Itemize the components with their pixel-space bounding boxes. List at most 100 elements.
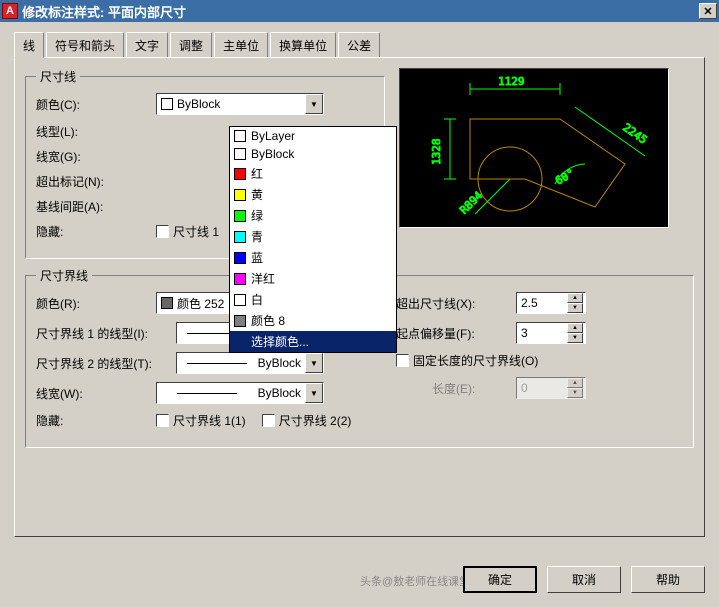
color-option[interactable]: 红 [230,163,396,184]
color-option[interactable]: 绿 [230,205,396,226]
preview-dim-right: 2245 [620,121,649,147]
extline-linetype1-label: 尺寸界线 1 的线型(I): [36,325,176,342]
cancel-button[interactable]: 取消 [547,566,621,593]
color-dropdown[interactable]: ByLayer ByBlock 红黄绿青蓝洋红白颜色 8 选择颜色... [229,126,397,353]
color-swatch-icon [234,231,246,243]
preview-dim-arc: 60° [553,166,577,187]
tab-tolerance[interactable]: 公差 [338,32,380,58]
extline-lineweight-label: 线宽(W): [36,385,156,402]
dialog-title: 修改标注样式: 平面内部尺寸 [22,2,699,21]
spin-up-icon[interactable]: ▲ [567,293,583,303]
dimline-suppress-label: 隐藏: [36,223,156,240]
color-option-label: 选择颜色... [251,333,309,350]
extline-length-input [517,378,567,398]
extline-suppress2-label: 尺寸界线 2(2) [279,412,352,429]
color-option[interactable]: 黄 [230,184,396,205]
tab-text[interactable]: 文字 [126,32,168,58]
extline-offset-spinner[interactable]: ▲▼ [516,322,586,344]
extline-color-label: 颜色(R): [36,295,156,312]
tab-panel-line: 尺寸线 颜色(C): ByBlock ▼ 线型(L): [14,57,705,537]
title-bar: A 修改标注样式: 平面内部尺寸 ✕ [0,0,719,22]
extline-suppress2-checkbox[interactable]: 尺寸界线 2(2) [262,412,352,429]
dimension-line-legend: 尺寸线 [36,68,80,85]
extline-lineweight-combo[interactable]: ByBlock ▼ [156,382,324,404]
color-option-label: ByLayer [251,129,295,143]
preview-svg: 1129 1328 2245 60° R894 [400,69,670,229]
color-option[interactable]: 洋红 [230,268,396,289]
dimline-linetype-label: 线型(L): [36,123,156,140]
color-swatch-icon [234,210,246,222]
dimline-color-label: 颜色(C): [36,96,156,113]
extline-color-value: 颜色 252 [177,295,224,312]
extline-linetype2-label: 尺寸界线 2 的线型(T): [36,355,176,372]
tab-alt-units[interactable]: 换算单位 [270,32,336,58]
extline-offset-label: 起点偏移量(F): [396,325,516,342]
color-swatch-icon [234,168,246,180]
tab-arrows[interactable]: 符号和箭头 [46,32,124,58]
color-option[interactable]: 颜色 8 [230,310,396,331]
ok-button[interactable]: 确定 [463,566,537,593]
dimline-extend-label: 超出标记(N): [36,173,156,190]
extline-linetype2-value: ByBlock [258,356,301,370]
extline-offset-input[interactable] [517,323,567,343]
dimline-color-combo[interactable]: ByBlock ▼ [156,93,324,115]
extline-linetype2-combo[interactable]: ByBlock ▼ [176,352,324,374]
extline-extend-label: 超出尺寸线(X): [396,295,516,312]
color-option[interactable]: 白 [230,289,396,310]
tab-fit[interactable]: 调整 [170,32,212,58]
extline-lineweight-value: ByBlock [258,386,301,400]
color-option[interactable]: ByLayer [230,127,396,145]
extline-extend-input[interactable] [517,293,567,313]
color-swatch-icon [234,189,246,201]
chevron-down-icon[interactable]: ▼ [305,383,323,403]
color-swatch-icon [234,273,246,285]
help-button[interactable]: 帮助 [631,566,705,593]
dimline-suppress1-checkbox[interactable]: 尺寸线 1 [156,223,219,240]
close-button[interactable]: ✕ [699,3,717,19]
spin-down-icon[interactable]: ▼ [567,333,583,343]
color-option-label: 黄 [251,186,263,203]
extline-extend-spinner[interactable]: ▲▼ [516,292,586,314]
extline-suppress1-label: 尺寸界线 1(1) [173,412,246,429]
spin-up-icon[interactable]: ▲ [567,323,583,333]
dimline-suppress1-label: 尺寸线 1 [173,223,219,240]
color-option[interactable]: 蓝 [230,247,396,268]
extline-length-label: 长度(E): [432,380,516,397]
spin-up-icon: ▲ [567,378,583,388]
preview-dim-top: 1129 [498,75,525,88]
extline-fixed-label: 固定长度的尺寸界线(O) [413,352,538,369]
watermark-text: 头条@敖老师在线课堂 [360,573,470,589]
chevron-down-icon[interactable]: ▼ [305,353,323,373]
color-option-label: 白 [251,291,263,308]
chevron-down-icon[interactable]: ▼ [305,94,323,114]
dimline-baseline-label: 基线间距(A): [36,198,156,215]
tab-line[interactable]: 线 [14,32,44,58]
dimension-line-group: 尺寸线 颜色(C): ByBlock ▼ 线型(L): [25,68,385,259]
color-swatch-icon [234,130,246,142]
color-option-label: 绿 [251,207,263,224]
color-option[interactable]: 青 [230,226,396,247]
extline-suppress1-checkbox[interactable]: 尺寸界线 1(1) [156,412,246,429]
extline-length-spinner: ▲▼ [516,377,586,399]
dimline-lineweight-label: 线宽(G): [36,148,156,165]
dimline-color-value: ByBlock [177,97,220,111]
color-option-label: 颜色 8 [251,312,285,329]
color-option[interactable]: 选择颜色... [230,331,396,352]
color-swatch-icon [234,315,246,327]
color-swatch-icon [234,294,246,306]
color-option-label: 青 [251,228,263,245]
extline-fixed-checkbox[interactable]: 固定长度的尺寸界线(O) [396,352,538,369]
extline-suppress-label: 隐藏: [36,412,156,429]
spin-down-icon: ▼ [567,388,583,398]
spin-down-icon[interactable]: ▼ [567,303,583,313]
extension-line-legend: 尺寸界线 [36,267,92,284]
color-option-label: 洋红 [251,270,275,287]
color-swatch-icon [234,252,246,264]
tab-primary-units[interactable]: 主单位 [214,32,268,58]
color-option-label: 红 [251,165,263,182]
dialog-buttons: 确定 取消 帮助 [463,566,705,593]
color-swatch-icon [234,148,246,160]
dialog-body: 线 符号和箭头 文字 调整 主单位 换算单位 公差 尺寸线 颜色(C): ByB… [0,22,719,607]
color-option-label: 蓝 [251,249,263,266]
color-option[interactable]: ByBlock [230,145,396,163]
